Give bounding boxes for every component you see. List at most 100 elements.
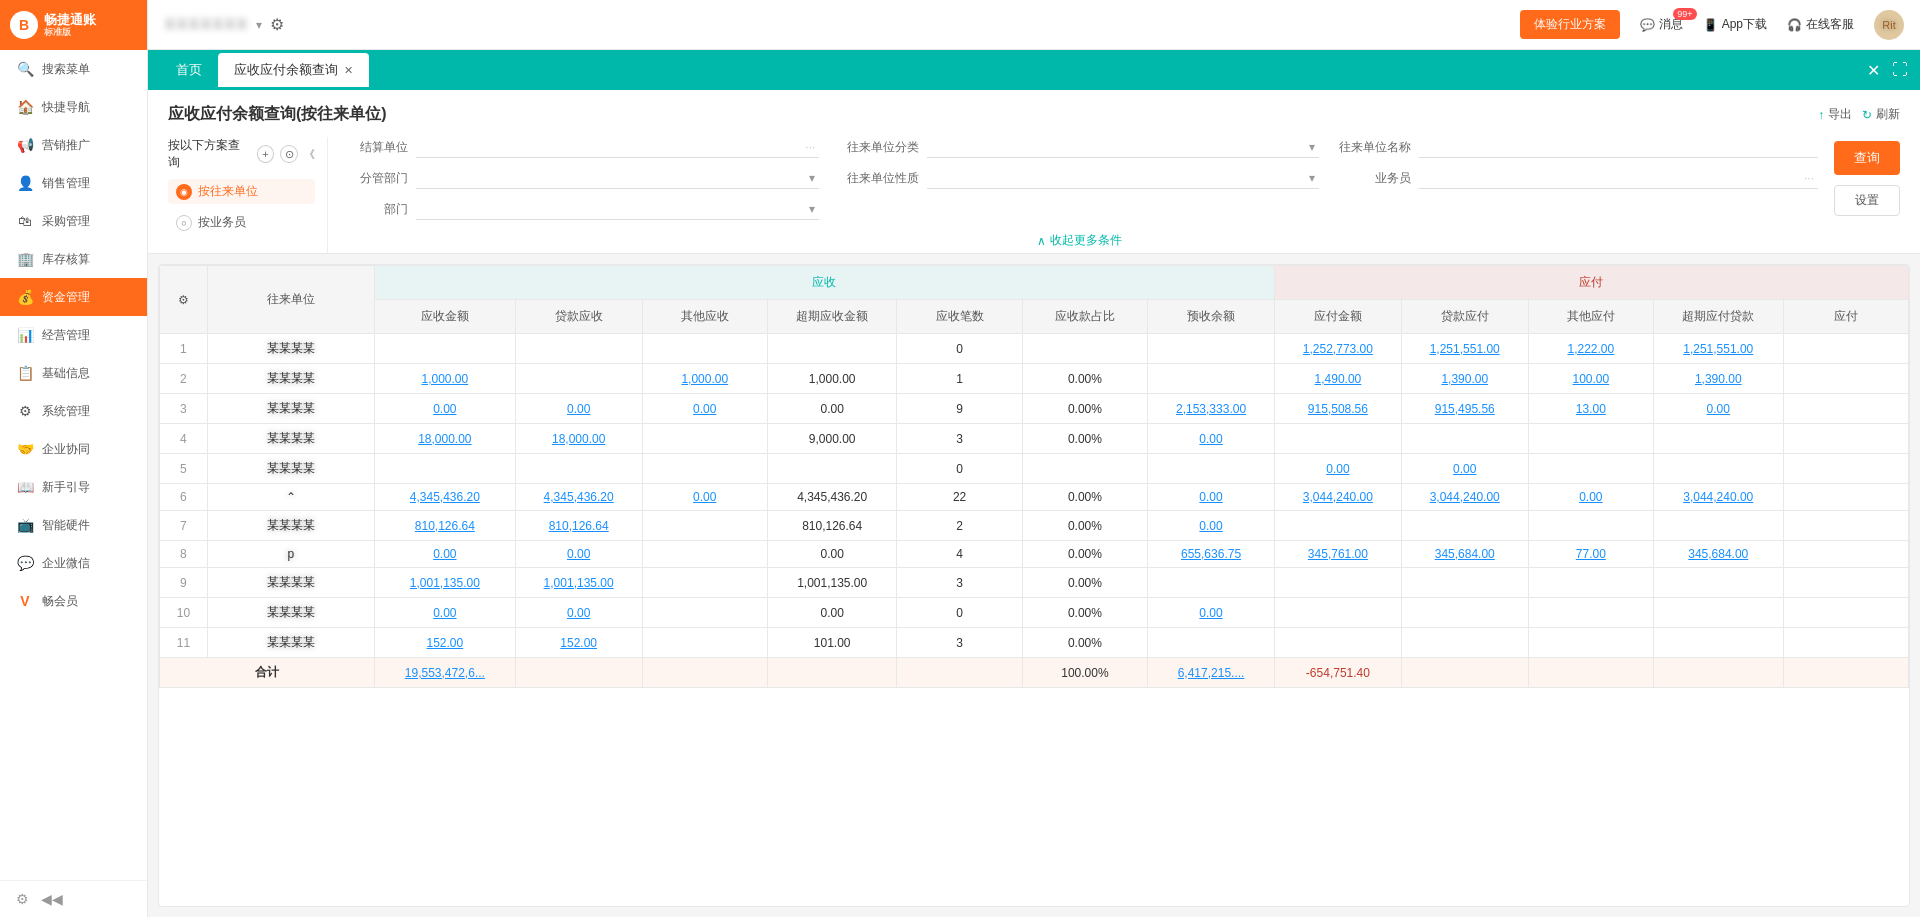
tab-home[interactable]: 首页 — [160, 53, 218, 87]
page-actions: ↑ 导出 ↻ 刷新 — [1818, 106, 1900, 123]
filter-item-settlement: 结算单位 ··· — [340, 137, 819, 158]
filter-input-dept[interactable]: ▾ — [416, 199, 819, 220]
basic-icon: 📋 — [16, 364, 34, 382]
tab-close-icon[interactable]: ✕ — [344, 64, 353, 77]
filter-input-settlement[interactable]: ··· — [416, 137, 819, 158]
content-area: 应收应付余额查询(按往来单位) ↑ 导出 ↻ 刷新 按 — [148, 90, 1920, 917]
sidebar-item-quicknav[interactable]: 🏠 快捷导航 — [0, 88, 147, 126]
sidebar-item-guide[interactable]: 📖 新手引导 — [0, 468, 147, 506]
sidebar-item-hardware[interactable]: 📺 智能硬件 — [0, 506, 147, 544]
filter-collapse-btn[interactable]: ∧ 收起更多条件 — [340, 228, 1818, 253]
sidebar-bottom: ⚙ ◀◀ — [0, 880, 147, 917]
page-title-row: 应收应付余额查询(按往来单位) ↑ 导出 ↻ 刷新 — [168, 104, 1900, 125]
purchase-icon: 🛍 — [16, 212, 34, 230]
filter-settings-icon[interactable]: ⊙ — [280, 145, 298, 163]
company-cell: 某某某某 — [207, 424, 374, 454]
sidebar-item-member[interactable]: V 畅会员 — [0, 582, 147, 620]
filter-grid: 结算单位 ··· 往来单位分类 ▾ — [340, 137, 1818, 220]
schema-item-by-unit[interactable]: ◉ 按往来单位 — [168, 179, 315, 204]
inventory-icon: 🏢 — [16, 250, 34, 268]
footer-ar-advance[interactable]: 6,417,215.... — [1148, 658, 1275, 688]
sidebar-item-operations[interactable]: 📊 经营管理 — [0, 316, 147, 354]
promo-button[interactable]: 体验行业方案 — [1520, 10, 1620, 39]
footer-ar-loan — [515, 658, 642, 688]
schema-inactive-icon: ○ — [176, 215, 192, 231]
collapse-sidebar-icon[interactable]: ◀◀ — [41, 891, 63, 907]
search-icon: 🔍 — [16, 60, 34, 78]
tab-close-window-icon[interactable]: ✕ — [1867, 61, 1880, 80]
filter-label-dept: 部门 — [340, 201, 408, 218]
th-ar-amount: 应收金额 — [374, 300, 515, 334]
tab-bar: 首页 应收应付余额查询 ✕ ✕ ⛶ — [148, 50, 1920, 90]
filter-add-icon[interactable]: + — [257, 145, 275, 163]
chevron-down-icon2: ▾ — [809, 171, 815, 185]
collapse-icon: ∧ — [1037, 234, 1046, 248]
filter-input-unit-category[interactable]: ▾ — [927, 137, 1318, 158]
message-button[interactable]: 💬 消息 99+ — [1640, 16, 1683, 33]
sidebar-item-sales[interactable]: 👤 销售管理 — [0, 164, 147, 202]
sidebar-item-enterprise[interactable]: 🤝 企业协同 — [0, 430, 147, 468]
filter-input-unit-name[interactable] — [1419, 137, 1818, 158]
filter-collapse-left-icon[interactable]: 《 — [304, 147, 315, 162]
settings-bottom-icon[interactable]: ⚙ — [16, 891, 29, 907]
service-button[interactable]: 🎧 在线客服 — [1787, 16, 1854, 33]
sidebar-item-basic[interactable]: 📋 基础信息 — [0, 354, 147, 392]
schema-active-icon: ◉ — [176, 184, 192, 200]
header-gear-icon[interactable]: ⚙ — [270, 15, 284, 34]
sidebar-item-finance[interactable]: 💰 资金管理 — [0, 278, 147, 316]
sidebar-item-wechat[interactable]: 💬 企业微信 — [0, 544, 147, 582]
table-row: 6⌃4,345,436.204,345,436.200.004,345,436.… — [160, 484, 1909, 511]
top-header: 某某某某某某某 ▾ ⚙ 体验行业方案 💬 消息 99+ 📱 App下载 🎧 在线… — [148, 0, 1920, 50]
row-num: 11 — [160, 628, 208, 658]
set-button[interactable]: 设置 — [1834, 185, 1900, 216]
company-cell: 某某某某 — [207, 598, 374, 628]
sidebar: B 畅捷通账 标准版 🔍 搜索菜单 🏠 快捷导航 📢 营销推广 👤 销售管理 🛍… — [0, 0, 148, 917]
table-row: 10某某某某0.000.000.0000.00%0.00 — [160, 598, 1909, 628]
sidebar-item-inventory[interactable]: 🏢 库存核算 — [0, 240, 147, 278]
footer-ar-other — [642, 658, 767, 688]
filter-input-dept-manage[interactable]: ▾ — [416, 168, 819, 189]
tab-home-label: 首页 — [176, 61, 202, 79]
footer-ap-amount: -654,751.40 — [1274, 658, 1401, 688]
app-icon: 📱 — [1703, 18, 1718, 32]
th-ap-amount: 应付金额 — [1274, 300, 1401, 334]
guide-icon: 📖 — [16, 478, 34, 496]
query-button[interactable]: 查询 — [1834, 141, 1900, 175]
filter-item-dept: 部门 ▾ — [340, 199, 819, 220]
filter-input-unit-nature[interactable]: ▾ — [927, 168, 1318, 189]
sidebar-item-marketing[interactable]: 📢 营销推广 — [0, 126, 147, 164]
filter-item-unit-name: 往来单位名称 — [1339, 137, 1818, 158]
wechat-icon: 💬 — [16, 554, 34, 572]
sidebar-logo: B 畅捷通账 标准版 — [0, 0, 147, 50]
refresh-button[interactable]: ↻ 刷新 — [1862, 106, 1900, 123]
th-ar-loan: 贷款应收 — [515, 300, 642, 334]
sidebar-item-search[interactable]: 🔍 搜索菜单 — [0, 50, 147, 88]
tab-maximize-icon[interactable]: ⛶ — [1892, 61, 1908, 80]
marketing-icon: 📢 — [16, 136, 34, 154]
sidebar-item-purchase[interactable]: 🛍 采购管理 — [0, 202, 147, 240]
service-icon: 🎧 — [1787, 18, 1802, 32]
user-avatar[interactable]: Rit — [1874, 10, 1904, 40]
schema-item-by-staff[interactable]: ○ 按业务员 — [168, 210, 315, 235]
app-download-button[interactable]: 📱 App下载 — [1703, 16, 1767, 33]
filter-section-header: 按以下方案查询 + ⊙ 《 — [168, 137, 315, 171]
refresh-icon: ↻ — [1862, 108, 1872, 122]
export-icon: ↑ — [1818, 108, 1824, 122]
logo-sub: 标准版 — [44, 27, 96, 38]
footer-ar-amount[interactable]: 19,553,472,6... — [374, 658, 515, 688]
company-cell: p — [207, 541, 374, 568]
export-button[interactable]: ↑ 导出 — [1818, 106, 1852, 123]
footer-ap-extra — [1783, 658, 1908, 688]
chevron-down-icon4: ▾ — [809, 202, 815, 216]
table-settings-header[interactable]: ⚙ — [160, 266, 208, 334]
company-cell: ⌃ — [207, 484, 374, 511]
main-area: 某某某某某某某 ▾ ⚙ 体验行业方案 💬 消息 99+ 📱 App下载 🎧 在线… — [148, 0, 1920, 917]
data-table-container: ⚙ 往来单位 应收 应付 应收金额 贷款应收 其他应收 超期应收金额 应收笔数 … — [158, 264, 1910, 907]
footer-ap-overdue — [1654, 658, 1784, 688]
breadcrumb-area: 某某某某某某某 ▾ ⚙ — [164, 15, 1508, 34]
sidebar-item-system[interactable]: ⚙ 系统管理 — [0, 392, 147, 430]
filter-input-salesman[interactable]: ··· — [1419, 168, 1818, 189]
footer-ar-overdue — [767, 658, 897, 688]
chevron-down-icon3: ▾ — [1309, 171, 1315, 185]
tab-query[interactable]: 应收应付余额查询 ✕ — [218, 53, 369, 87]
